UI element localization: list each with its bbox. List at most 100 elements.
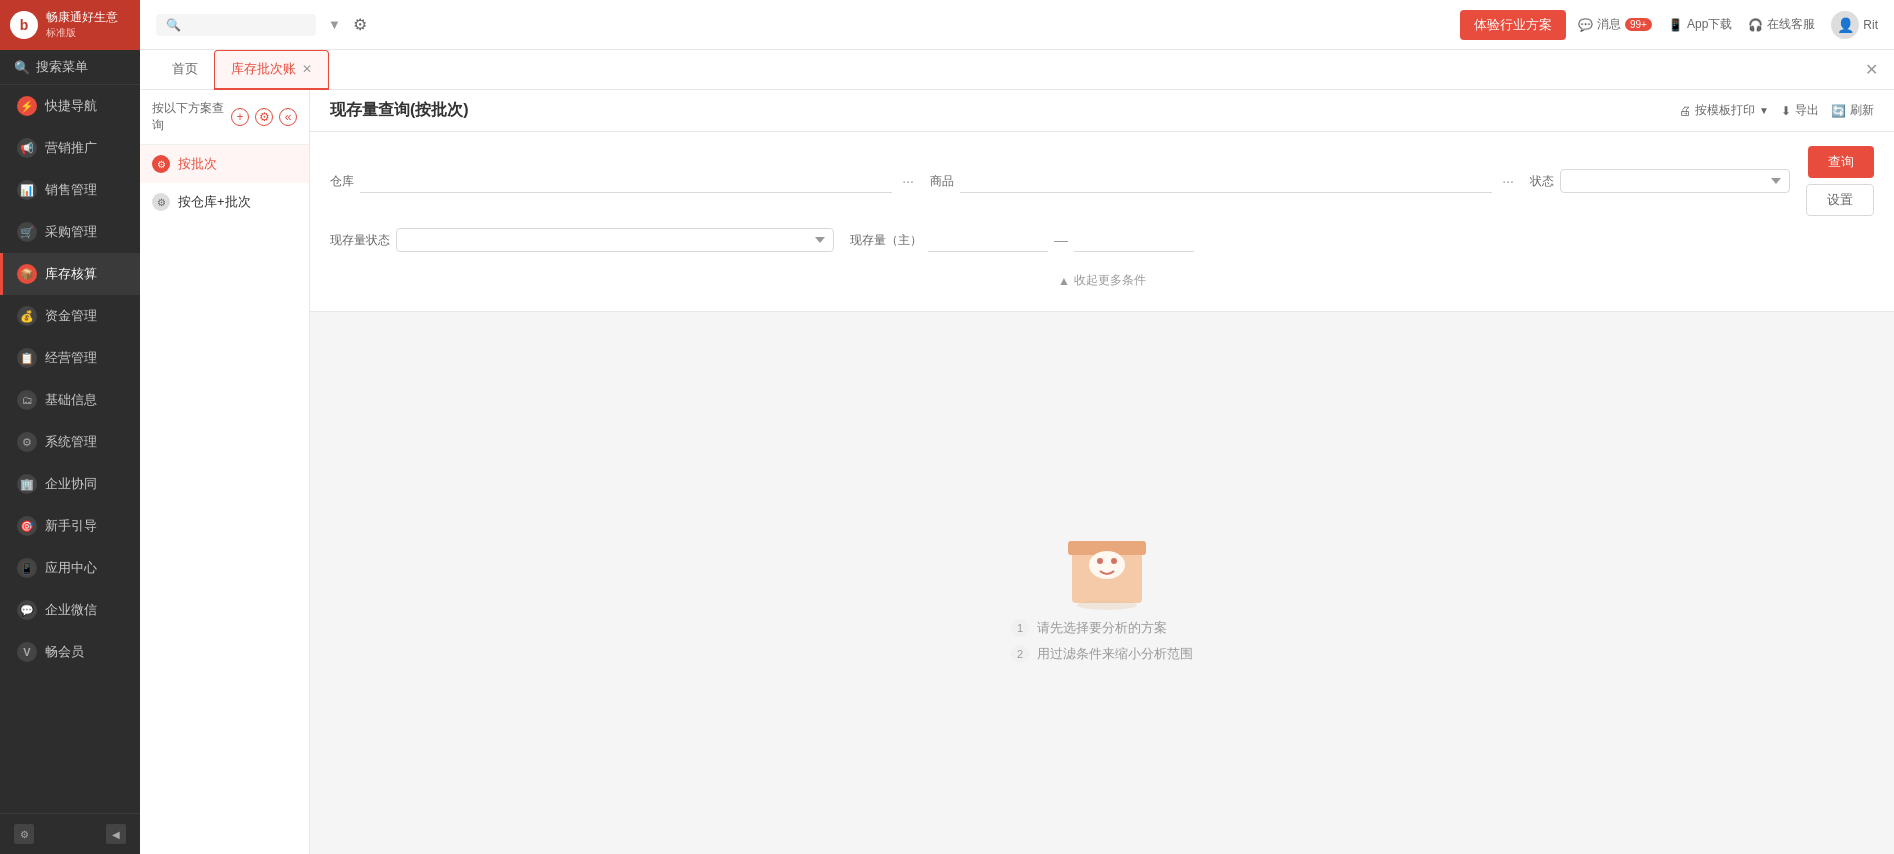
inventory-status-label: 现存量状态	[330, 232, 390, 249]
export-icon: ⬇	[1781, 104, 1791, 118]
operation-icon: 📋	[17, 348, 37, 368]
collapse-up-icon: ▲	[1058, 274, 1070, 288]
finance-icon: 💰	[17, 306, 37, 326]
online-service-label: 在线客服	[1767, 16, 1815, 33]
tab-home[interactable]: 首页	[156, 50, 214, 90]
online-service-button[interactable]: 🎧 在线客服	[1748, 16, 1815, 33]
page-title: 现存量查询(按批次)	[330, 100, 469, 121]
sidebar-item-system[interactable]: ⚙ 系统管理	[0, 421, 140, 463]
svg-point-4	[1111, 558, 1117, 564]
page-header-actions: 🖨 按模板打印 ▼ ⬇ 导出 🔄 刷新	[1679, 102, 1874, 119]
search-menu-button[interactable]: 🔍 搜索菜单	[0, 50, 140, 85]
sidebar-item-enterprise[interactable]: 🏢 企业协同	[0, 463, 140, 505]
scheme-item-label: 按仓库+批次	[178, 193, 251, 211]
sidebar-item-label: 采购管理	[45, 223, 97, 241]
collapse-more-conditions-button[interactable]: ▲ 收起更多条件	[330, 264, 1874, 297]
tab-close-all-button[interactable]: ✕	[1865, 60, 1878, 79]
app-center-icon: 📱	[17, 558, 37, 578]
status-select[interactable]: 正常 禁用	[1560, 169, 1790, 193]
inventory-icon: 📦	[17, 264, 37, 284]
sidebar-item-member[interactable]: V 畅会员	[0, 631, 140, 673]
scheme-item-by-batch[interactable]: ⚙ 按批次	[140, 145, 309, 183]
print-dropdown-icon[interactable]: ▼	[1759, 105, 1769, 116]
scheme-header-label: 按以下方案查询	[152, 100, 231, 134]
hint-number-1: 1	[1011, 619, 1029, 637]
sidebar-footer: ⚙ ◀	[0, 813, 140, 854]
filter-actions: 查询 设置	[1806, 146, 1874, 216]
sidebar-item-sales[interactable]: 📊 销售管理	[0, 169, 140, 211]
tab-bar: 首页 库存批次账 ✕ ✕	[140, 50, 1894, 90]
topbar-settings-icon[interactable]: ⚙	[353, 15, 367, 34]
tab-close-button[interactable]: ✕	[302, 62, 312, 76]
topbar-search-box[interactable]: 🔍	[156, 14, 316, 36]
search-icon: 🔍	[166, 18, 181, 32]
sidebar-item-label: 企业协同	[45, 475, 97, 493]
scheme-settings-button[interactable]: ⚙	[255, 108, 273, 126]
scheme-add-button[interactable]: +	[231, 108, 249, 126]
product-label: 商品	[930, 173, 954, 190]
collapse-label: 收起更多条件	[1074, 272, 1146, 289]
sidebar-item-app-center[interactable]: 📱 应用中心	[0, 547, 140, 589]
print-template-label: 按模板打印	[1695, 102, 1755, 119]
set-button[interactable]: 设置	[1806, 184, 1874, 216]
sidebar-item-purchase[interactable]: 🛒 采购管理	[0, 211, 140, 253]
scheme-panel: 按以下方案查询 + ⚙ « ⚙ 按批次 ⚙ 按仓库+批次	[140, 90, 310, 854]
wechat-icon: 💬	[17, 600, 37, 620]
app-version: 标准版	[46, 26, 118, 40]
messages-button[interactable]: 💬 消息 99+	[1578, 16, 1652, 33]
sidebar-item-inventory[interactable]: 📦 库存核算	[0, 253, 140, 295]
refresh-button[interactable]: 🔄 刷新	[1831, 102, 1874, 119]
scheme-item-by-warehouse-batch[interactable]: ⚙ 按仓库+批次	[140, 183, 309, 221]
filter-row-1: 仓库 ··· 商品 ··· 状态 正	[330, 146, 1874, 216]
hint-number-2: 2	[1011, 645, 1029, 663]
app-logo: b	[10, 11, 38, 39]
status-label: 状态	[1530, 173, 1554, 190]
sidebar-item-marketing[interactable]: 📢 营销推广	[0, 127, 140, 169]
sidebar-item-finance[interactable]: 💰 资金管理	[0, 295, 140, 337]
inventory-qty-label: 现存量（主）	[850, 232, 922, 249]
sidebar-item-label: 基础信息	[45, 391, 97, 409]
export-button[interactable]: ⬇ 导出	[1781, 102, 1819, 119]
sidebar-item-operation[interactable]: 📋 经营管理	[0, 337, 140, 379]
product-input[interactable]	[960, 170, 1492, 193]
topbar-search-input[interactable]	[187, 18, 306, 32]
product-more-button[interactable]: ···	[1502, 173, 1514, 189]
sidebar-item-label: 销售管理	[45, 181, 97, 199]
topbar: 🔍 ▼ ⚙ 体验行业方案 💬 消息 99+ 📱 App下载 🎧 在线客服 �	[140, 0, 1894, 50]
inventory-qty-max-input[interactable]	[1074, 229, 1194, 252]
sidebar-item-basic[interactable]: 🗂 基础信息	[0, 379, 140, 421]
filter-row-2: 现存量状态 有库存 无库存 现存量（主） —	[330, 228, 1874, 252]
user-avatar-button[interactable]: 👤 Rit	[1831, 11, 1878, 39]
sidebar-item-new-guide[interactable]: 🎯 新手引导	[0, 505, 140, 547]
warehouse-more-button[interactable]: ···	[902, 173, 914, 189]
inventory-status-select[interactable]: 有库存 无库存	[396, 228, 834, 252]
purchase-icon: 🛒	[17, 222, 37, 242]
sidebar-item-label: 系统管理	[45, 433, 97, 451]
app-download-button[interactable]: 📱 App下载	[1668, 16, 1732, 33]
sidebar-item-quick-nav[interactable]: ⚡ 快捷导航	[0, 85, 140, 127]
inventory-qty-min-input[interactable]	[928, 229, 1048, 252]
phone-icon: 📱	[1668, 18, 1683, 32]
experience-button[interactable]: 体验行业方案	[1460, 10, 1566, 40]
sidebar-item-label: 畅会员	[45, 643, 84, 661]
inventory-status-field: 现存量状态 有库存 无库存	[330, 228, 834, 252]
topbar-dropdown-icon[interactable]: ▼	[328, 17, 341, 32]
query-button[interactable]: 查询	[1808, 146, 1874, 178]
app-name: 畅康通好生意	[46, 10, 118, 26]
sidebar-item-wechat[interactable]: 💬 企业微信	[0, 589, 140, 631]
sales-icon: 📊	[17, 180, 37, 200]
sidebar-collapse-button[interactable]: ◀	[106, 824, 126, 844]
tab-inventory-batch[interactable]: 库存批次账 ✕	[214, 50, 329, 90]
sidebar-item-label: 资金管理	[45, 307, 97, 325]
scheme-collapse-button[interactable]: «	[279, 108, 297, 126]
sidebar-settings-button[interactable]: ⚙	[14, 824, 34, 844]
print-template-button[interactable]: 🖨 按模板打印 ▼	[1679, 102, 1769, 119]
empty-svg-illustration	[1052, 503, 1162, 613]
warehouse-input[interactable]	[360, 170, 892, 193]
tab-home-label: 首页	[172, 60, 198, 78]
headset-icon: 🎧	[1748, 18, 1763, 32]
content-area: 按以下方案查询 + ⚙ « ⚙ 按批次 ⚙ 按仓库+批次	[140, 90, 1894, 854]
sidebar-item-label: 新手引导	[45, 517, 97, 535]
status-field: 状态 正常 禁用	[1530, 169, 1790, 193]
scheme-header: 按以下方案查询 + ⚙ «	[140, 90, 309, 145]
